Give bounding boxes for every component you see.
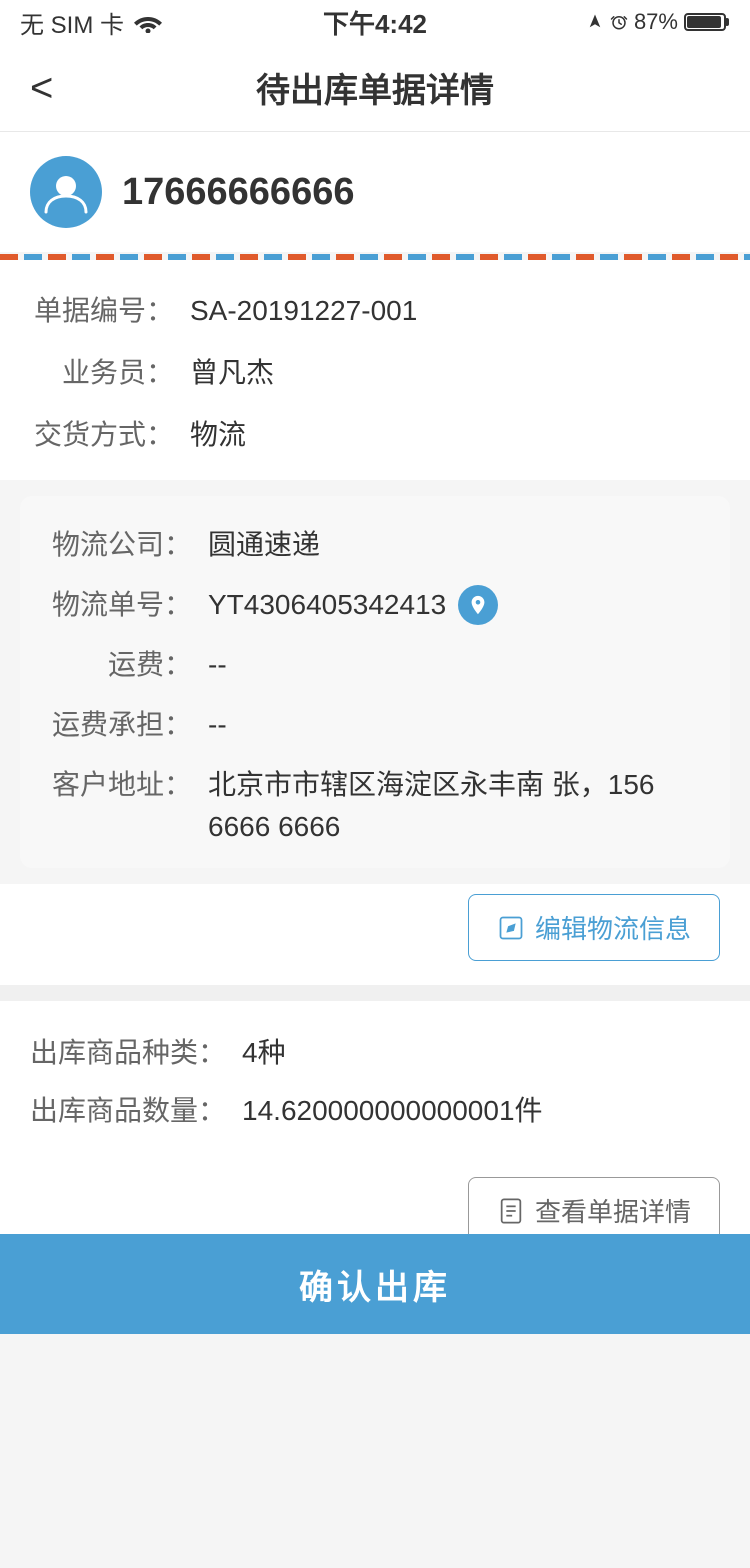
delivery-value: 物流	[190, 414, 720, 456]
address-label: 客户地址：	[48, 764, 208, 806]
logistics-company-label: 物流公司：	[48, 524, 208, 566]
freight-bearer-row: 运费承担： --	[48, 704, 702, 746]
carrier-text: 无 SIM 卡	[20, 5, 124, 40]
confirm-button[interactable]: 确认出库	[0, 1234, 750, 1334]
wifi-icon	[132, 11, 164, 33]
salesman-row: 业务员： 曾凡杰	[30, 352, 720, 394]
goods-types-value: 4种	[242, 1031, 286, 1071]
view-detail-label: 查看单据详情	[535, 1192, 691, 1229]
page-title: 待出库单据详情	[256, 63, 494, 112]
alarm-icon	[610, 13, 628, 31]
goods-quantity-label: 出库商品数量：	[30, 1089, 242, 1129]
section-divider	[0, 985, 750, 1001]
status-carrier: 无 SIM 卡	[20, 5, 164, 40]
logistics-tracking-row: 物流单号： YT4306405342413	[48, 584, 702, 626]
logistics-tracking-label: 物流单号：	[48, 584, 208, 626]
freight-label: 运费：	[48, 644, 208, 686]
freight-row: 运费： --	[48, 644, 702, 686]
tracking-location-icon[interactable]	[458, 585, 498, 625]
delivery-row: 交货方式： 物流	[30, 414, 720, 456]
back-button[interactable]: <	[30, 68, 53, 108]
order-number-label: 单据编号：	[30, 290, 190, 332]
logistics-card: 物流公司： 圆通速递 物流单号： YT4306405342413 运费： -- …	[20, 496, 730, 868]
logistics-tracking-value: YT4306405342413	[208, 584, 702, 626]
goods-section: 出库商品种类： 4种 出库商品数量： 14.620000000000001件	[0, 1001, 750, 1167]
edit-icon	[497, 914, 525, 942]
customer-header: 17666666666	[0, 132, 750, 252]
nav-bar: < 待出库单据详情	[0, 44, 750, 132]
address-row: 客户地址： 北京市市辖区海淀区永丰南 张，156 6666 6666	[48, 764, 702, 848]
goods-quantity-row: 出库商品数量： 14.620000000000001件	[30, 1089, 720, 1129]
avatar	[30, 156, 102, 228]
salesman-value: 曾凡杰	[190, 352, 720, 394]
status-bar: 无 SIM 卡 下午4:42 87%	[0, 0, 750, 44]
logistics-company-value: 圆通速递	[208, 524, 702, 566]
confirm-button-label: 确认出库	[299, 1260, 451, 1309]
salesman-label: 业务员：	[30, 352, 190, 394]
order-info-section: 单据编号： SA-20191227-001 业务员： 曾凡杰 交货方式： 物流	[0, 260, 750, 480]
goods-types-label: 出库商品种类：	[30, 1031, 242, 1071]
freight-value: --	[208, 644, 702, 686]
edit-btn-row: 编辑物流信息	[0, 884, 750, 985]
battery-text: 87%	[634, 9, 678, 35]
freight-bearer-value: --	[208, 704, 702, 746]
order-number-value: SA-20191227-001	[190, 290, 720, 332]
order-number-row: 单据编号： SA-20191227-001	[30, 290, 720, 332]
edit-logistics-label: 编辑物流信息	[535, 909, 691, 946]
edit-logistics-button[interactable]: 编辑物流信息	[468, 894, 720, 961]
status-right-icons: 87%	[586, 9, 730, 35]
delivery-label: 交货方式：	[30, 414, 190, 456]
freight-bearer-label: 运费承担：	[48, 704, 208, 746]
battery-icon	[684, 11, 730, 33]
document-icon	[497, 1197, 525, 1225]
goods-quantity-value: 14.620000000000001件	[242, 1089, 543, 1129]
location-arrow-icon	[586, 13, 604, 31]
customer-phone: 17666666666	[122, 171, 354, 214]
logistics-company-row: 物流公司： 圆通速递	[48, 524, 702, 566]
address-value: 北京市市辖区海淀区永丰南 张，156 6666 6666	[208, 764, 702, 848]
person-icon	[42, 168, 90, 216]
goods-types-row: 出库商品种类： 4种	[30, 1031, 720, 1071]
status-time: 下午4:42	[323, 4, 427, 41]
